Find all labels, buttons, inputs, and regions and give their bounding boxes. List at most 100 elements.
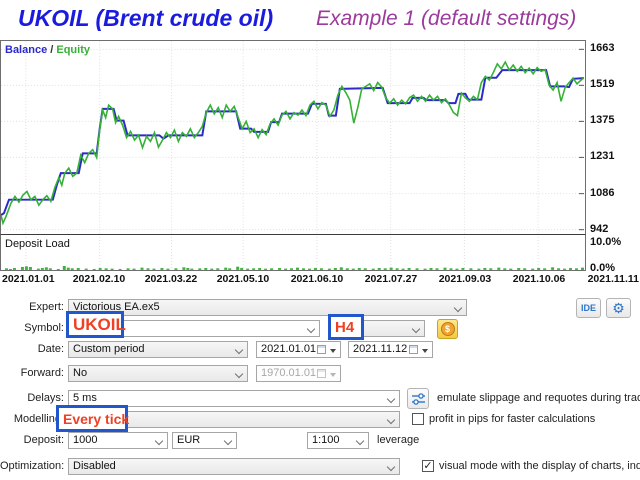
ide-button-label: IDE (580, 303, 596, 313)
deposit-load-bar (84, 268, 88, 270)
deposit-load-bar (98, 267, 102, 270)
deposit-load-bar (537, 267, 541, 270)
chevron-down-icon (386, 394, 396, 404)
deposit-load-bar (301, 268, 305, 270)
chart-canvas (0, 41, 585, 234)
deposit-load-panel (0, 234, 586, 271)
x-axis-label: 2021.11.11 (587, 273, 639, 285)
date-from-value: 2021.01.01 (261, 343, 317, 355)
deposit-load-bar (4, 268, 8, 270)
deposit-load-bar (517, 267, 521, 270)
delays-label: Delays: (27, 392, 64, 404)
deposit-load-bar (477, 268, 481, 270)
profit-in-pips-checkbox[interactable] (412, 413, 424, 425)
deposit-load-bar (258, 267, 262, 270)
deposit-load-bar (357, 267, 361, 270)
y-axis-label: 942 (590, 222, 609, 235)
ide-button[interactable]: IDE (576, 298, 601, 318)
deposit-load-bar (146, 268, 150, 270)
deposit-load-canvas (4, 237, 584, 270)
deposit-load-bar (284, 268, 288, 270)
deposit-load-bar (339, 267, 343, 270)
deposit-load-bar (76, 267, 80, 270)
deposit-load-bar (569, 267, 573, 270)
forward-select[interactable]: No (68, 365, 248, 382)
symbol-properties-button[interactable]: $ (437, 319, 458, 339)
deposit-amount-select[interactable]: 1000 (68, 432, 168, 449)
deposit-load-bar (204, 267, 208, 270)
y-axis-label: 1663 (590, 42, 615, 55)
optimization-value: Disabled (73, 460, 116, 472)
deposit-load-bar (483, 267, 487, 270)
sliders-icon (411, 392, 425, 405)
leverage-select[interactable]: 1:100 (307, 432, 369, 449)
deposit-load-bar (489, 268, 493, 270)
deposit-max-label: 10.0% (590, 236, 622, 248)
gear-icon: ⚙ (612, 300, 625, 316)
currency-select[interactable]: EUR (172, 432, 237, 449)
deposit-load-bar (389, 267, 393, 270)
leverage-label: leverage (377, 434, 420, 446)
deposit-load-bar (278, 267, 282, 270)
calendar-icon (317, 345, 326, 354)
deposit-load-bar (575, 268, 579, 270)
date-period-select[interactable]: Custom period (68, 341, 248, 358)
deposit-load-bar (70, 268, 74, 270)
deposit-load-bar (395, 268, 399, 270)
deposit-load-bar (313, 267, 317, 270)
deposit-load-bar (551, 267, 555, 270)
deposit-load-bar (557, 268, 561, 270)
chevron-down-icon (453, 303, 463, 313)
y-axis-label: 1519 (590, 78, 615, 91)
deposit-load-bar (246, 268, 250, 270)
deposit-load-bar (497, 267, 501, 270)
optimization-select[interactable]: Disabled (68, 458, 400, 475)
deposit-load-bar (345, 268, 349, 270)
expert-select[interactable]: Victorious EA.ex5 (68, 299, 467, 316)
profit-in-pips-label: profit in pips for faster calculations (429, 413, 596, 425)
deposit-label: Deposit: (23, 434, 64, 446)
x-axis-label: 2021.03.22 (144, 273, 198, 285)
deposit-load-bar (503, 268, 507, 270)
deposit-load-bar (62, 265, 66, 270)
deposit-load-bar (40, 267, 44, 270)
forward-date-value: 1970.01.01 (261, 367, 317, 379)
x-axis-label: 2021.02.10 (72, 273, 126, 285)
gear-button[interactable]: ⚙ (606, 298, 631, 318)
visual-mode-checkbox[interactable]: ✓ (422, 460, 434, 472)
deposit-load-bar (563, 268, 567, 270)
chevron-down-icon (386, 415, 396, 425)
date-to-field[interactable]: 2021.11.12 (348, 341, 433, 358)
deposit-load-bar (236, 266, 240, 270)
deposit-load-bar (469, 268, 473, 270)
date-period-value: Custom period (73, 343, 145, 355)
deposit-load-bar (110, 268, 114, 270)
deposit-load-bar (66, 267, 70, 270)
deposit-load-bar (401, 268, 405, 270)
deposit-load-bar (295, 267, 299, 270)
deposit-load-bar (363, 268, 367, 270)
visual-mode-label: visual mode with the display of charts, … (439, 460, 640, 472)
date-from-field[interactable]: 2021.01.01 (256, 341, 341, 358)
slippage-settings-button[interactable] (407, 388, 429, 409)
dropdown-arrow-icon (422, 349, 428, 353)
deposit-load-bar (581, 267, 584, 270)
legend-equity: Equity (56, 44, 90, 56)
deposit-load-bar (20, 266, 24, 270)
x-axis-label: 2021.06.10 (290, 273, 344, 285)
chevron-down-icon (234, 345, 244, 355)
deposit-load-bar (198, 268, 202, 270)
chevron-down-icon (355, 436, 365, 446)
deposit-load-bar (28, 266, 32, 270)
chevron-down-icon (154, 436, 164, 446)
calendar-icon (317, 369, 326, 378)
deposit-load-bar (24, 266, 28, 270)
chevron-down-icon (306, 324, 316, 334)
deposit-load-bar (351, 268, 355, 270)
x-axis-label: 2021.07.27 (364, 273, 418, 285)
deposit-load-bar (104, 268, 108, 270)
deposit-load-bar (531, 268, 535, 270)
date-label: Date: (37, 343, 64, 355)
page-title-example: Example 1 (default settings) (316, 7, 577, 30)
deposit-load-bar (210, 268, 214, 270)
